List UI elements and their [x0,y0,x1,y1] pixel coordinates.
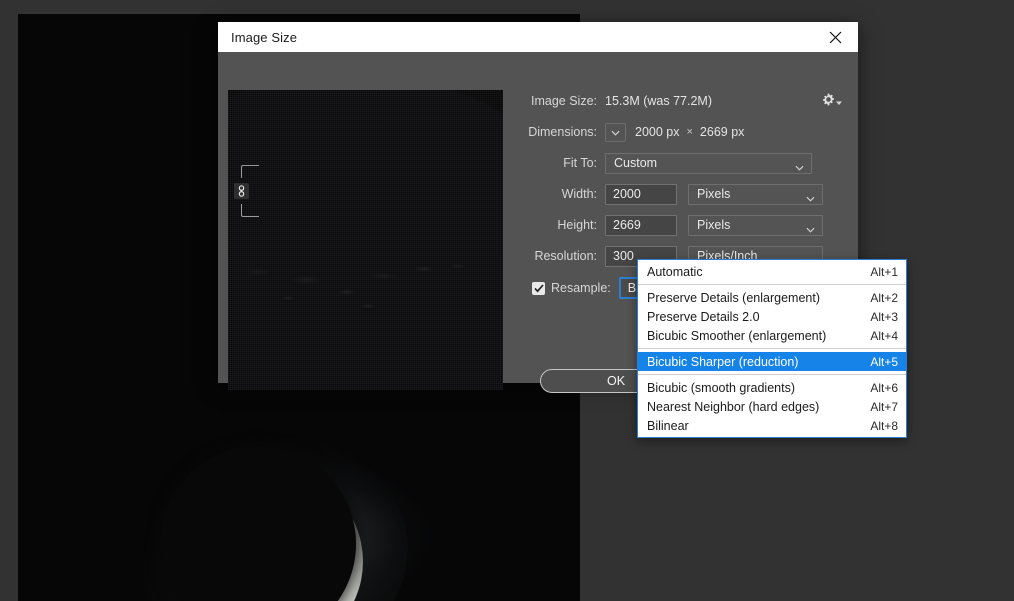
menu-item-label: Preserve Details (enlargement) [647,290,820,305]
fit-to-label: Fit To: [563,156,597,170]
resample-label: Resample: [551,281,611,295]
gear-icon [822,93,835,111]
chevron-down-icon [611,123,620,141]
moon-shadow-disc [160,446,356,601]
menu-item-resample-1[interactable]: Preserve Details (enlargement) Alt+2 [638,288,906,307]
width-unit-select[interactable]: Pixels [688,183,823,205]
menu-item-shortcut: Alt+3 [870,309,898,324]
menu-item-label: Bilinear [647,418,689,433]
image-size-value: 15.3M (was 77.2M) [605,94,712,108]
chevron-down-icon [806,222,815,236]
preview-moon-shadow [228,90,503,390]
menu-item-shortcut: Alt+4 [870,328,898,343]
height-unit-value: Pixels [697,218,731,232]
width-unit-value: Pixels [697,187,731,201]
menu-item-shortcut: Alt+5 [870,354,898,369]
menu-item-resample-7[interactable]: Bilinear Alt+8 [638,416,906,435]
height-input[interactable]: 2669 [605,214,677,236]
width-row: Width: 2000 Pixels [515,183,848,205]
close-icon [829,31,842,44]
menu-item-resample-4[interactable]: Bicubic Sharper (reduction) Alt+5 [638,352,906,371]
menu-item-shortcut: Alt+2 [870,290,898,305]
link-bracket-bottom [241,204,259,217]
resample-checkbox[interactable] [532,281,545,295]
image-size-label: Image Size: [530,94,597,108]
dimensions-expand-button[interactable] [605,122,626,142]
fit-to-value: Custom [614,156,658,170]
chevron-down-icon [836,93,842,111]
width-input[interactable]: 2000 [605,183,677,205]
dimensions-height-value: 2669 px [699,125,745,139]
menu-item-shortcut: Alt+6 [870,380,898,395]
menu-item-label: Preserve Details 2.0 [647,309,760,324]
resolution-value: 300 [613,249,634,263]
menu-item-label: Automatic [647,264,703,279]
close-button[interactable] [812,22,858,52]
chevron-down-icon [795,160,804,174]
menu-item-resample-3[interactable]: Bicubic Smoother (enlargement) Alt+4 [638,326,906,345]
ok-button-label: OK [606,374,626,388]
constrain-proportions-group [228,165,259,217]
resample-method-dropdown-menu[interactable]: Automatic Alt+1 Preserve Details (enlargem… [637,259,907,438]
width-label: Width: [561,187,597,201]
image-size-row: Image Size: 15.3M (was 77.2M) [515,90,848,112]
width-value: 2000 [613,187,641,201]
height-value: 2669 [613,218,641,232]
menu-item-shortcut: Alt+8 [870,418,898,433]
dimensions-row: Dimensions: 2000 px × 2669 px [515,121,848,143]
fit-to-row: Fit To: Custom [515,152,848,174]
page-title: Image Size [231,29,298,45]
menu-item-resample-2[interactable]: Preserve Details 2.0 Alt+3 [638,307,906,326]
menu-item-resample-6[interactable]: Nearest Neighbor (hard edges) Alt+7 [638,397,906,416]
dimensions-separator: × [686,126,693,138]
menu-separator [638,374,906,375]
height-row: Height: 2669 Pixels [515,214,848,236]
menu-item-shortcut: Alt+7 [870,399,898,414]
menu-item-label: Bicubic Sharper (reduction) [647,354,799,369]
chevron-down-icon [806,191,815,205]
gear-menu-button[interactable] [821,93,843,111]
menu-item-label: Nearest Neighbor (hard edges) [647,399,820,414]
chain-link-icon[interactable] [234,183,249,199]
link-bracket-top [241,165,259,178]
height-unit-select[interactable]: Pixels [688,214,823,236]
fit-to-select[interactable]: Custom [605,152,812,174]
dimensions-width-value: 2000 px [635,125,680,139]
menu-item-label: Bicubic Smoother (enlargement) [647,328,827,343]
menu-item-shortcut: Alt+1 [870,264,898,279]
menu-separator [638,284,906,285]
dialog-titlebar[interactable]: Image Size [218,22,858,52]
menu-item-label: Bicubic (smooth gradients) [647,380,795,395]
height-label: Height: [557,218,597,232]
menu-item-resample-0[interactable]: Automatic Alt+1 [638,262,906,281]
image-preview[interactable] [228,90,503,390]
dimensions-label: Dimensions: [528,125,597,139]
menu-item-resample-5[interactable]: Bicubic (smooth gradients) Alt+6 [638,378,906,397]
resolution-label: Resolution: [534,249,597,263]
menu-separator [638,348,906,349]
